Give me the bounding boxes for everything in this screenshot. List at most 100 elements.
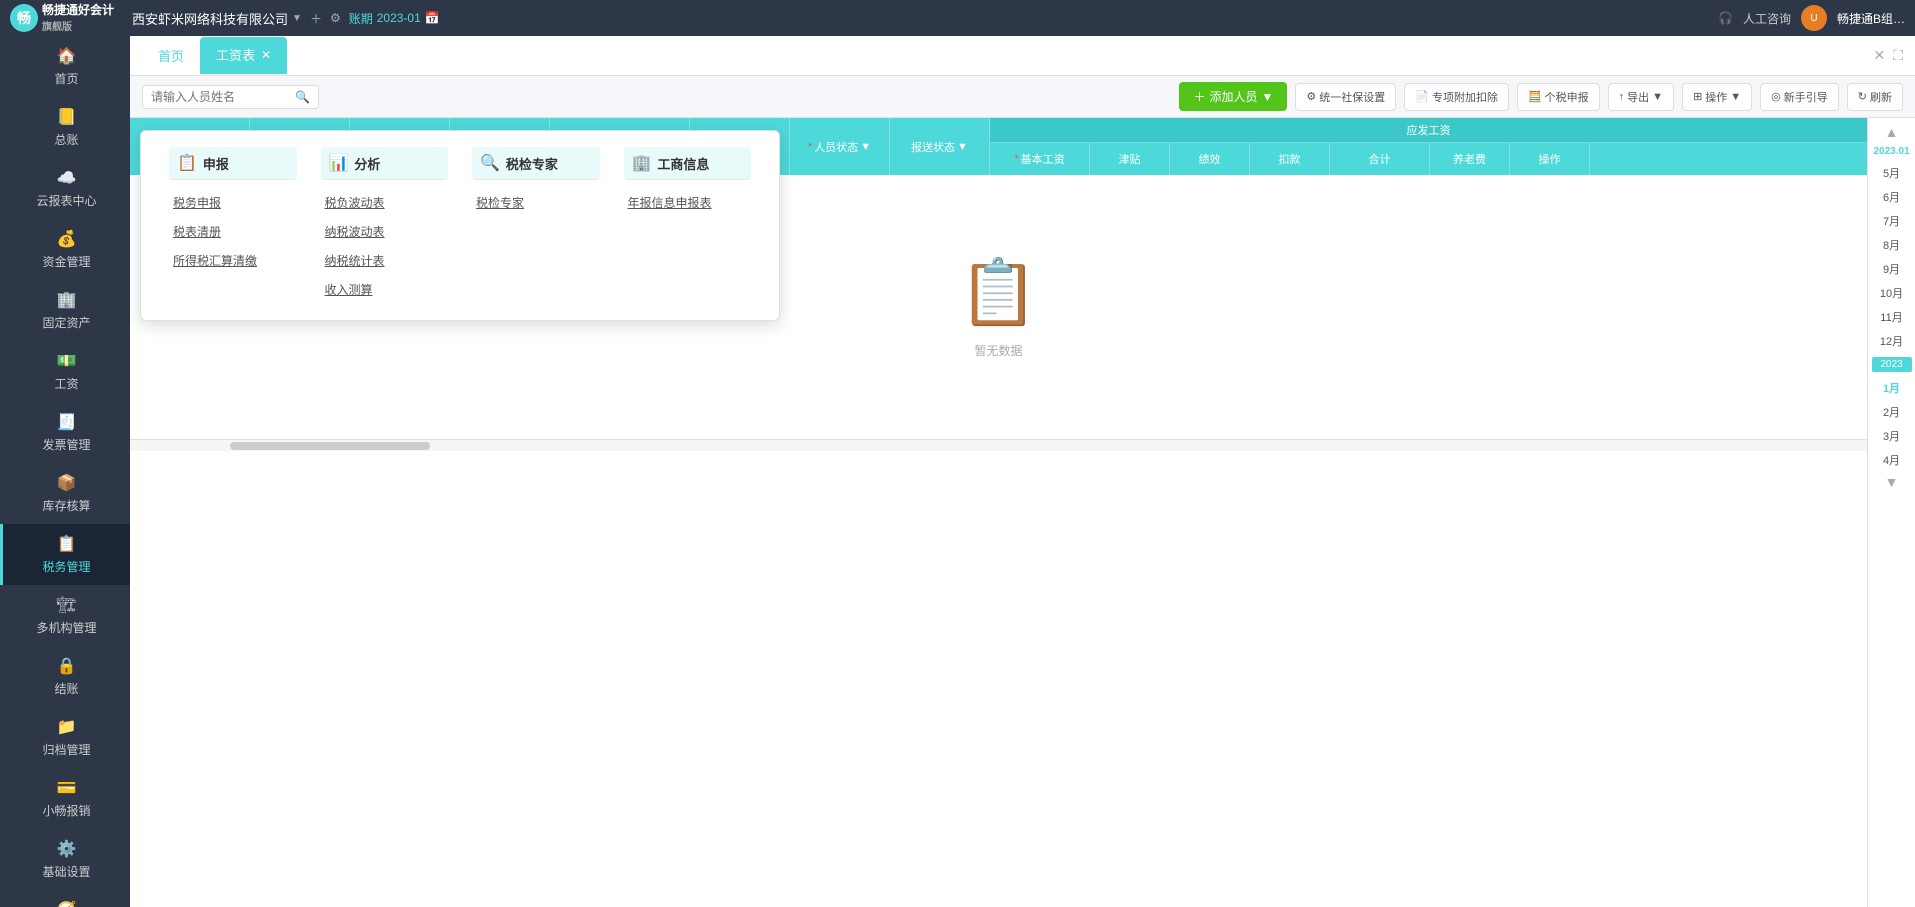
operations-button[interactable]: ⊞ 操作 ▼ bbox=[1682, 83, 1752, 111]
guide-button[interactable]: ◎ 新手引导 bbox=[1760, 83, 1839, 111]
menu-item-income-tax[interactable]: 所得税汇算清缴 bbox=[169, 246, 297, 275]
add-icon: ＋ bbox=[1193, 88, 1205, 105]
social-label: 统一社保设置 bbox=[1319, 89, 1385, 105]
sidebar-item-invoice[interactable]: 🧾 发票管理 bbox=[0, 402, 130, 463]
timeline-month-11[interactable]: 11月 bbox=[1872, 305, 1912, 329]
window-maximize-icon[interactable]: ⛶ bbox=[1893, 47, 1903, 64]
sidebar-item-tax[interactable]: 📋 税务管理 bbox=[0, 524, 130, 585]
add-person-button[interactable]: ＋ 添加人员 ▼ bbox=[1179, 82, 1287, 111]
sidebar-item-asset[interactable]: 🏢 固定资产 bbox=[0, 280, 130, 341]
menu-item-annual-report[interactable]: 年报信息申报表 bbox=[624, 188, 752, 217]
sidebar-label-fund: 资金管理 bbox=[42, 253, 90, 270]
menu-item-tax-declaration[interactable]: 税务申报 bbox=[169, 188, 297, 217]
th-send-filter[interactable]: ▼ bbox=[957, 141, 968, 153]
menu-item-tax-stats[interactable]: 纳税统计表 bbox=[321, 246, 449, 275]
menu-item-tax-table[interactable]: 税表清册 bbox=[169, 217, 297, 246]
timeline-month-2[interactable]: 2月 bbox=[1872, 400, 1912, 424]
export-button[interactable]: ↑ 导出 ▼ bbox=[1608, 83, 1674, 111]
asset-icon: 🏢 bbox=[57, 290, 77, 310]
menu-section-analysis: 📊 分析 税负波动表 纳税波动表 纳税统计表 收入测算 bbox=[309, 147, 461, 304]
th-send-label: 报送状态 bbox=[911, 139, 955, 155]
special-icon: 📄 bbox=[1415, 90, 1429, 103]
timeline-month-4[interactable]: 4月 bbox=[1872, 448, 1912, 472]
sidebar-item-close[interactable]: 🔒 结账 bbox=[0, 646, 130, 707]
guide-label: 新手引导 bbox=[1784, 89, 1828, 105]
tab-salary-table[interactable]: 工资表 ✕ bbox=[200, 37, 287, 74]
special-deduction-button[interactable]: 📄 专项附加扣除 bbox=[1404, 83, 1509, 111]
archive-icon: 📁 bbox=[57, 717, 77, 737]
empty-icon: 📋 bbox=[959, 255, 1039, 330]
menu-item-tax-expert[interactable]: 税检专家 bbox=[472, 188, 600, 217]
menu-item-tax-wave[interactable]: 纳税波动表 bbox=[321, 217, 449, 246]
timeline-month-5[interactable]: 5月 bbox=[1872, 161, 1912, 185]
timeline-month-10[interactable]: 10月 bbox=[1872, 281, 1912, 305]
tax-decl-icon: 🧮 bbox=[1528, 90, 1542, 103]
inventory-icon: 📦 bbox=[57, 473, 77, 493]
sidebar-item-salary[interactable]: 💵 工资 bbox=[0, 341, 130, 402]
timeline-scroll-up[interactable]: ▲ bbox=[1883, 122, 1901, 142]
sidebar-item-guide[interactable]: 🧭 新手引导 bbox=[0, 890, 130, 907]
timeline-month-6[interactable]: 6月 bbox=[1872, 185, 1912, 209]
refresh-button[interactable]: ↻ 刷新 bbox=[1847, 83, 1903, 111]
menu-item-income-estimate[interactable]: 收入测算 bbox=[321, 275, 449, 304]
guide-icon: 🧭 bbox=[57, 900, 77, 907]
close-month-icon: 🔒 bbox=[57, 656, 77, 676]
sidebar-label-salary: 工资 bbox=[54, 375, 78, 392]
user-name[interactable]: 畅捷通B组… bbox=[1837, 10, 1905, 27]
sidebar-item-settings[interactable]: ⚙️ 基础设置 bbox=[0, 829, 130, 890]
timeline-year-2023[interactable]: 2023 bbox=[1872, 357, 1912, 372]
calendar-icon[interactable]: 📅 bbox=[425, 11, 440, 25]
special-label: 专项附加扣除 bbox=[1432, 89, 1498, 105]
expert-icon: 🔍 bbox=[480, 153, 500, 173]
analysis-title: 分析 bbox=[354, 154, 380, 173]
tax-decl-label: 个税申报 bbox=[1545, 89, 1589, 105]
sidebar-item-home[interactable]: 🏠 首页 bbox=[0, 36, 130, 97]
menu-title-analysis: 📊 分析 bbox=[321, 147, 449, 180]
scrollbar-area[interactable] bbox=[130, 439, 1867, 451]
th-status-filter[interactable]: ▼ bbox=[860, 141, 871, 153]
timeline-month-8[interactable]: 8月 bbox=[1872, 233, 1912, 257]
timeline-scroll-down[interactable]: ▼ bbox=[1883, 472, 1901, 492]
add-company-icon[interactable]: ＋ bbox=[310, 10, 322, 27]
ops-arrow: ▼ bbox=[1730, 91, 1741, 103]
tab-close-icon[interactable]: ✕ bbox=[261, 48, 271, 62]
th-allowance: 津贴 bbox=[1090, 143, 1170, 175]
sidebar-label-tax: 税务管理 bbox=[42, 558, 90, 575]
tab-home[interactable]: 首页 bbox=[142, 38, 200, 73]
window-close-icon[interactable]: ✕ bbox=[1873, 47, 1885, 64]
support-label[interactable]: 人工咨询 bbox=[1743, 10, 1791, 27]
timeline-month-7[interactable]: 7月 bbox=[1872, 209, 1912, 233]
social-insurance-button[interactable]: ⚙ 统一社保设置 bbox=[1295, 83, 1396, 111]
sidebar-item-ledger[interactable]: 📒 总账 bbox=[0, 97, 130, 158]
sidebar-item-inventory[interactable]: 📦 库存核算 bbox=[0, 463, 130, 524]
timeline-month-3[interactable]: 3月 bbox=[1872, 424, 1912, 448]
sidebar-item-multi[interactable]: 🏗 多机构管理 bbox=[0, 585, 130, 646]
settings-gear-icon[interactable]: ⚙ bbox=[330, 11, 341, 25]
menu-item-tax-fluctuation[interactable]: 税负波动表 bbox=[321, 188, 449, 217]
sidebar-item-archive[interactable]: 📁 归档管理 bbox=[0, 707, 130, 768]
menu-title-expert: 🔍 税检专家 bbox=[472, 147, 600, 180]
sidebar-item-marketing[interactable]: 💳 小畅报销 bbox=[0, 768, 130, 829]
invoice-icon: 🧾 bbox=[57, 412, 77, 432]
tax-declaration-button[interactable]: 🧮 个税申报 bbox=[1517, 83, 1600, 111]
sidebar-label-settings: 基础设置 bbox=[42, 863, 90, 880]
toolbar: 🔍 ＋ 添加人员 ▼ ⚙ 统一社保设置 📄 专项附加扣除 🧮 个税申报 ↑ bbox=[130, 76, 1915, 118]
search-input[interactable] bbox=[151, 90, 291, 104]
sidebar-label-asset: 固定资产 bbox=[42, 314, 90, 331]
scrollbar-thumb[interactable] bbox=[230, 442, 430, 450]
top-header: 畅 畅捷通好会计 旗舰版 西安虾米网络科技有限公司 ▼ ＋ ⚙ 账期 2023-… bbox=[0, 0, 1915, 36]
sidebar-item-fund[interactable]: 💰 资金管理 bbox=[0, 219, 130, 280]
company-selector[interactable]: 西安虾米网络科技有限公司 ▼ bbox=[132, 9, 302, 28]
search-input-wrap: 🔍 bbox=[142, 85, 319, 109]
payroll-sub-headers: * 基本工资 津贴 绩效 扣款 bbox=[990, 143, 1867, 175]
header-right: 🎧 人工咨询 U 畅捷通B组… bbox=[1718, 5, 1905, 31]
th-base-label: 基本工资 bbox=[1021, 151, 1065, 167]
timeline-month-1[interactable]: 1月 bbox=[1872, 376, 1912, 400]
tab-salary-label: 工资表 bbox=[216, 45, 255, 64]
refresh-icon: ↻ bbox=[1858, 90, 1867, 103]
timeline-month-9[interactable]: 9月 bbox=[1872, 257, 1912, 281]
timeline-month-12[interactable]: 12月 bbox=[1872, 329, 1912, 353]
export-icon: ↑ bbox=[1619, 91, 1625, 103]
logo-sub: 旗舰版 bbox=[42, 18, 114, 33]
sidebar-item-cloud[interactable]: ☁️ 云报表中心 bbox=[0, 158, 130, 219]
